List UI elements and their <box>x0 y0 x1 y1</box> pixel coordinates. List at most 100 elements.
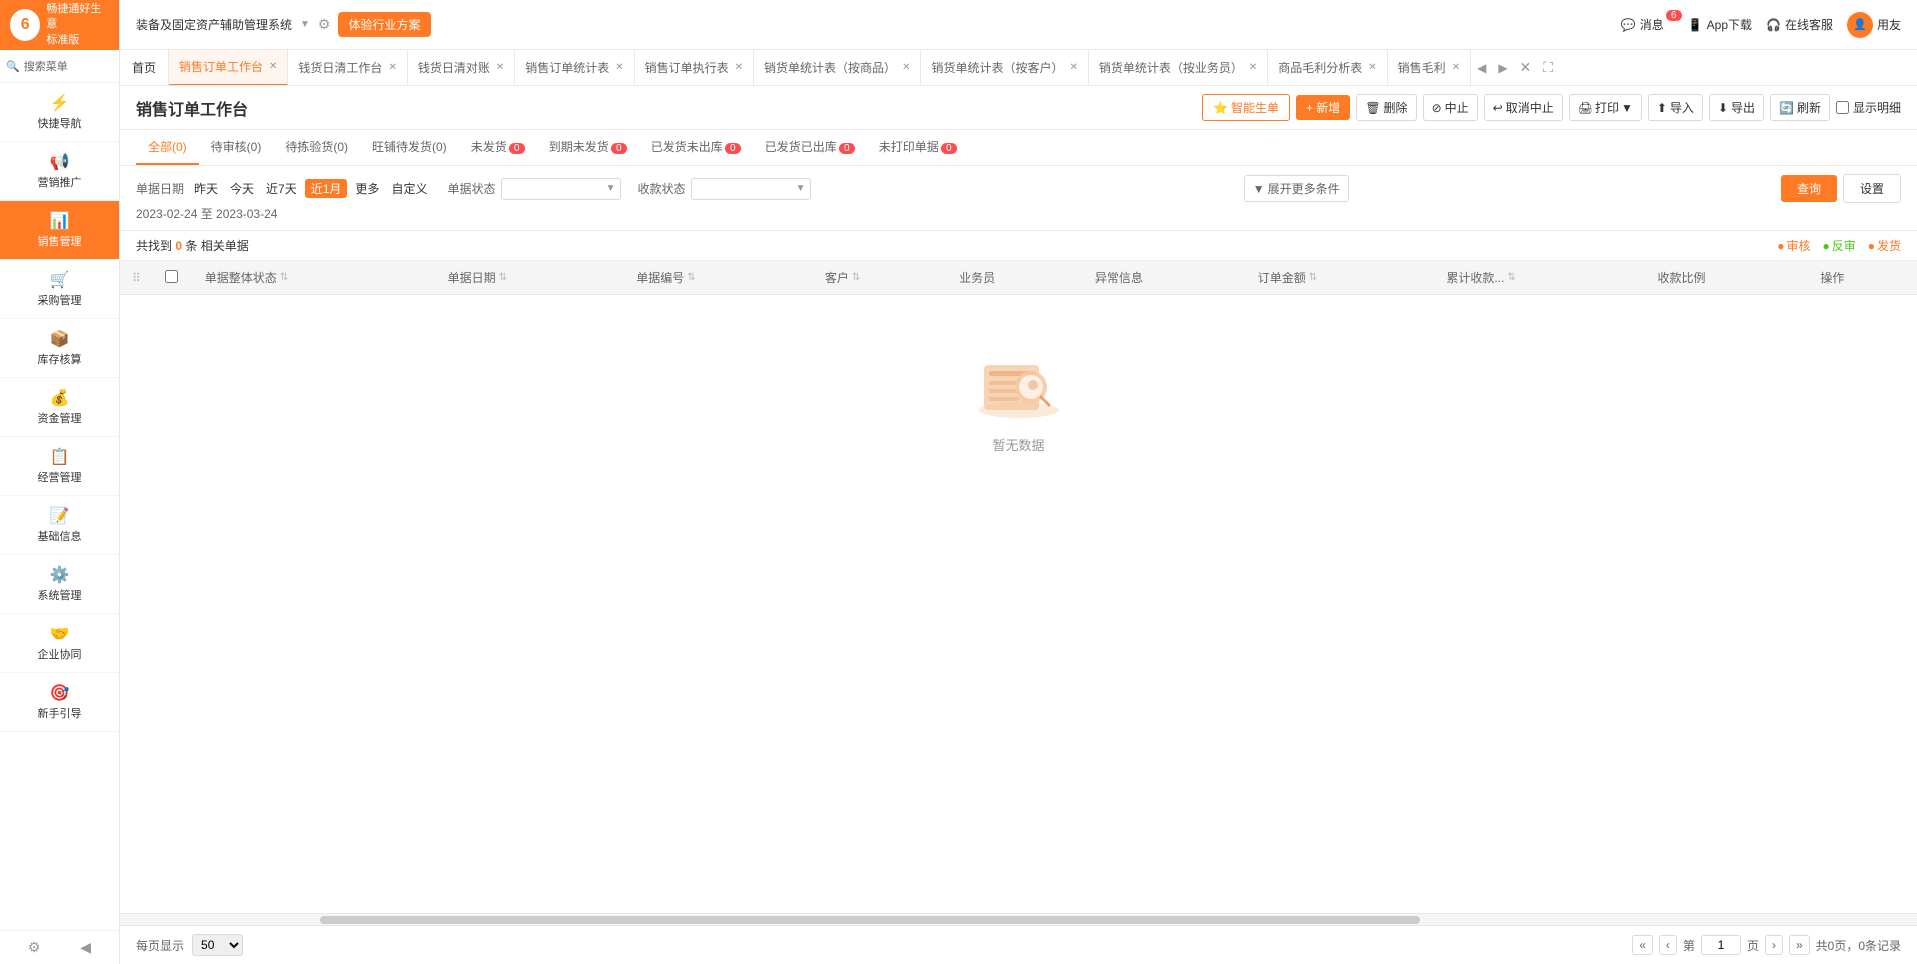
batch-ship-button[interactable]: ● 发货 <box>1868 237 1901 254</box>
prev-page-button[interactable]: ‹ <box>1659 935 1677 955</box>
sidebar-item-purchase[interactable]: 🛒 采购管理 <box>0 260 119 319</box>
tab-bar: 首页 销售订单工作台 ✕ 钱货日清工作台 ✕ 钱货日清对账 ✕ 销售订单统计表 … <box>120 50 1917 86</box>
tab-close-icon[interactable]: ✕ <box>615 62 623 73</box>
sidebar-item-quick-nav[interactable]: ⚡ 快捷导航 <box>0 83 119 142</box>
tab-close-icon[interactable]: ✕ <box>388 62 396 73</box>
sidebar-search[interactable]: 🔍 搜索菜单 <box>0 50 119 83</box>
sub-tab-pending-review[interactable]: 待审核(0) <box>199 130 274 165</box>
next-page-button[interactable]: › <box>1765 935 1783 955</box>
filter-opt-7days[interactable]: 近7天 <box>262 179 301 198</box>
tab-sales-order-workbench[interactable]: 销售订单工作台 ✕ <box>169 50 288 86</box>
sidebar-item-basic-info[interactable]: 📝 基础信息 <box>0 496 119 555</box>
header-gear-icon[interactable]: ⚙ <box>318 16 331 33</box>
sub-tab-pending-inspection[interactable]: 待拣验货(0) <box>273 130 360 165</box>
tab-home[interactable]: 首页 <box>120 50 169 86</box>
last-page-button[interactable]: » <box>1789 935 1810 955</box>
first-page-button[interactable]: « <box>1632 935 1653 955</box>
sort-amount[interactable]: 订单金额 ⇅ <box>1258 269 1423 286</box>
online-service-item[interactable]: 🎧 在线客服 <box>1766 16 1833 33</box>
sidebar-item-sales[interactable]: 📊 销售管理 <box>0 201 119 260</box>
sub-tab-not-printed[interactable]: 未打印单据0 <box>867 130 969 165</box>
th-abnormal: 异常信息 <box>1083 261 1246 295</box>
print-button[interactable]: 🖨 打印 ▼ <box>1569 94 1642 121</box>
filter-opt-yesterday[interactable]: 昨天 <box>190 179 222 198</box>
tab-sales-order-exec[interactable]: 销售订单执行表 ✕ <box>635 50 754 86</box>
tab-sales-stats-by-customer[interactable]: 销货单统计表（按客户） ✕ <box>921 50 1088 86</box>
show-detail-checkbox[interactable]: 显示明细 <box>1836 99 1901 116</box>
sub-tab-not-shipped[interactable]: 未发货0 <box>459 130 537 165</box>
tab-sales-order-stats[interactable]: 销售订单统计表 ✕ <box>515 50 634 86</box>
abort-button[interactable]: ⊘ 中止 <box>1423 94 1478 121</box>
app-download-item[interactable]: 📱 App下载 <box>1688 16 1752 33</box>
sidebar-item-system[interactable]: ⚙️ 系统管理 <box>0 555 119 614</box>
sidebar-item-finance[interactable]: 💰 资金管理 <box>0 378 119 437</box>
page-number-input[interactable] <box>1701 935 1741 955</box>
tab-sales-stats-by-product[interactable]: 销货单统计表（按商品） ✕ <box>754 50 921 86</box>
collapse-icon[interactable]: ◀ <box>80 939 91 956</box>
scrollbar-thumb[interactable] <box>320 916 1420 924</box>
sort-status[interactable]: 单据整体状态 ⇅ <box>205 269 424 286</box>
sidebar-search-label: 搜索菜单 <box>24 58 68 74</box>
batch-anti-review-button[interactable]: ● 反审 <box>1822 237 1855 254</box>
sort-number[interactable]: 单据编号 ⇅ <box>636 269 801 286</box>
tab-close-icon[interactable]: ✕ <box>1452 62 1460 73</box>
tab-close-all-button[interactable]: ✕ <box>1514 50 1538 86</box>
cancel-abort-button[interactable]: ↩ 取消中止 <box>1484 94 1563 121</box>
batch-review-button[interactable]: ● 审核 <box>1777 237 1810 254</box>
sub-tab-wangpu-pending-ship[interactable]: 旺铺待发货(0) <box>360 130 459 165</box>
filter-opt-today[interactable]: 今天 <box>226 179 258 198</box>
filter-status-select[interactable] <box>501 178 621 200</box>
sub-tab-all[interactable]: 全部(0) <box>136 130 199 165</box>
sidebar-item-guide[interactable]: 🎯 新手引导 <box>0 673 119 732</box>
tab-close-icon[interactable]: ✕ <box>902 62 910 73</box>
settings-bottom-icon[interactable]: ⚙ <box>28 939 41 956</box>
tab-close-icon[interactable]: ✕ <box>1249 62 1257 73</box>
tab-close-icon[interactable]: ✕ <box>1368 62 1376 73</box>
tab-nav-next-button[interactable]: ▶ <box>1492 50 1513 86</box>
sidebar-item-marketing[interactable]: 📢 营销推广 <box>0 142 119 201</box>
system-dropdown-icon[interactable]: ▼ <box>300 19 310 30</box>
tab-product-margin[interactable]: 商品毛利分析表 ✕ <box>1268 50 1387 86</box>
refresh-button[interactable]: 🔄 刷新 <box>1770 94 1830 121</box>
filter-opt-custom[interactable]: 自定义 <box>387 179 431 198</box>
delete-button[interactable]: 🗑 删除 <box>1356 94 1416 121</box>
show-detail-input[interactable] <box>1836 101 1849 114</box>
sub-tab-overdue-not-shipped[interactable]: 到期未发货0 <box>537 130 639 165</box>
tab-nav-prev-button[interactable]: ◀ <box>1471 50 1492 86</box>
user-item[interactable]: 👤 用友 <box>1847 12 1901 38</box>
tab-close-icon[interactable]: ✕ <box>1069 62 1077 73</box>
filter-opt-1month[interactable]: 近1月 <box>305 179 348 198</box>
tab-sales-stats-by-staff[interactable]: 销货单统计表（按业务员） ✕ <box>1089 50 1268 86</box>
page-size-select[interactable]: 50 10 20 100 <box>192 934 243 956</box>
trial-button[interactable]: 体验行业方案 <box>338 12 430 37</box>
sidebar-item-inventory[interactable]: 📦 库存核算 <box>0 319 119 378</box>
operations-icon: 📋 <box>50 447 70 467</box>
tab-sales-margin[interactable]: 销售毛利 ✕ <box>1388 50 1471 86</box>
sidebar-item-operations[interactable]: 📋 经营管理 <box>0 437 119 496</box>
filter-expand-button[interactable]: ▼ 展开更多条件 <box>1244 175 1349 202</box>
horizontal-scrollbar[interactable] <box>120 913 1917 925</box>
tab-close-icon[interactable]: ✕ <box>496 62 504 73</box>
sort-customer[interactable]: 客户 ⇅ <box>825 269 935 286</box>
sidebar-item-enterprise[interactable]: 🤝 企业协同 <box>0 614 119 673</box>
tab-close-icon[interactable]: ✕ <box>735 62 743 73</box>
select-all-checkbox[interactable] <box>165 270 178 283</box>
add-button[interactable]: + 新增 <box>1296 95 1350 120</box>
header-right: 💬 消息 6 📱 App下载 🎧 在线客服 👤 用友 <box>1621 12 1901 38</box>
tab-cash-goods-reconcile[interactable]: 钱货日清对账 ✕ <box>408 50 515 86</box>
tab-close-icon[interactable]: ✕ <box>269 61 277 72</box>
sort-date[interactable]: 单据日期 ⇅ <box>448 269 613 286</box>
filter-payment-select[interactable] <box>691 178 811 200</box>
sub-tab-shipped-out[interactable]: 已发货已出库0 <box>753 130 867 165</box>
sub-tab-shipped-not-out[interactable]: 已发货未出库0 <box>639 130 753 165</box>
export-button[interactable]: ⬇ 导出 <box>1709 94 1764 121</box>
import-button[interactable]: ⬆ 导入 <box>1648 94 1703 121</box>
smart-generate-button[interactable]: ⭐ 智能生单 <box>1202 94 1290 121</box>
message-item[interactable]: 💬 消息 6 <box>1621 16 1674 33</box>
tab-cash-daily-clear[interactable]: 钱货日清工作台 ✕ <box>288 50 407 86</box>
query-button[interactable]: 查询 <box>1781 175 1837 202</box>
filter-opt-more[interactable]: 更多 <box>351 179 383 198</box>
sort-collected[interactable]: 累计收款... ⇅ <box>1446 269 1633 286</box>
tab-expand-button[interactable]: ⛶ <box>1537 50 1559 86</box>
filter-settings-button[interactable]: 设置 <box>1843 174 1901 203</box>
